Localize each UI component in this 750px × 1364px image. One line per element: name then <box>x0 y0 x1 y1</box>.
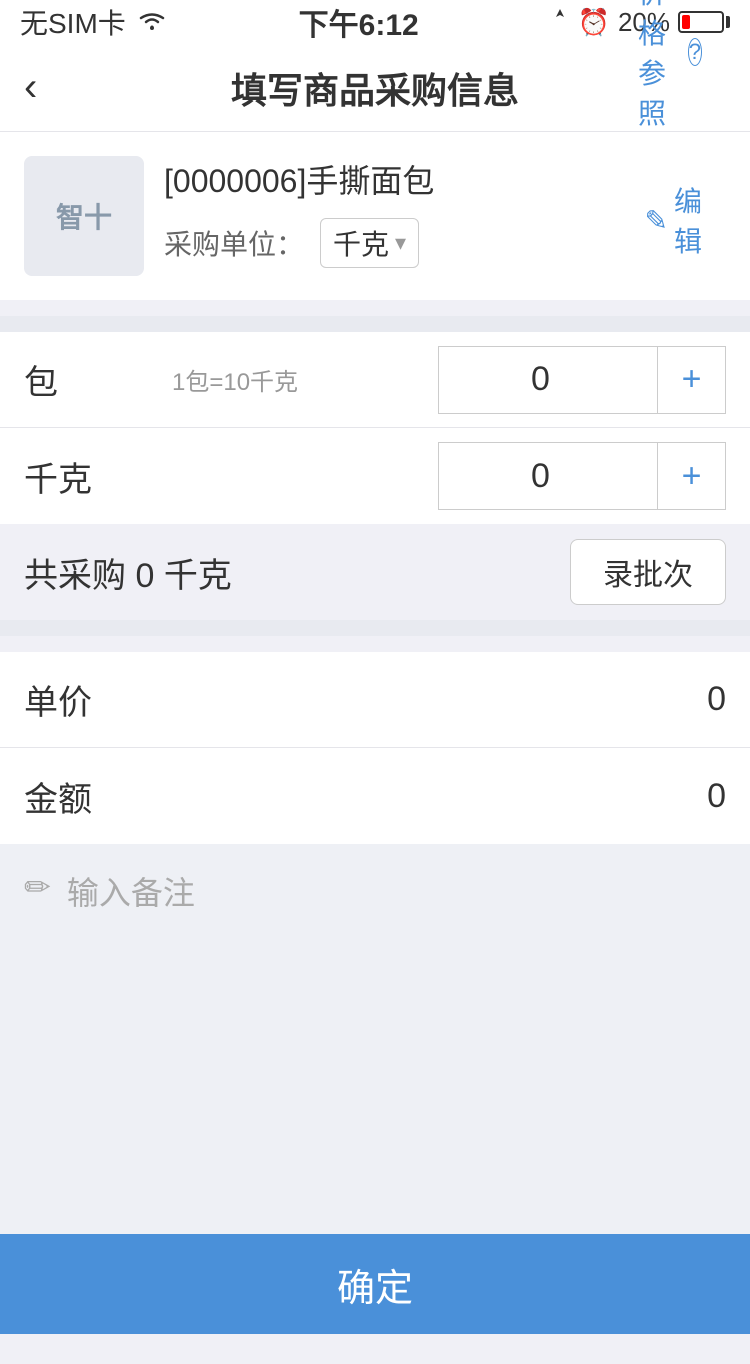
price-ref-label: 价格参照 <box>638 0 680 132</box>
summary-section: 共采购 0 千克 录批次 <box>0 524 750 620</box>
product-image: 智十 <box>24 156 144 276</box>
price-ref-button[interactable]: 价格参照 ? <box>638 0 702 132</box>
chevron-down-icon: ▾ <box>395 230 406 256</box>
wifi-icon <box>136 6 168 38</box>
pencil-icon: ✏ <box>24 868 51 906</box>
price-section: 单价 0 金额 0 <box>0 652 750 844</box>
notes-section[interactable]: ✏ 输入备注 <box>0 844 750 964</box>
empty-space <box>0 964 750 1264</box>
unit-select[interactable]: 千克 ▾ <box>320 218 419 268</box>
quantity-section: 包 1包=10千克 + 千克 + <box>0 332 750 524</box>
time-display: 下午6:12 <box>299 0 419 44</box>
confirm-button[interactable]: 确定 <box>0 1234 750 1334</box>
section-divider-2 <box>0 620 750 636</box>
back-button[interactable]: ‹ <box>24 65 37 110</box>
edit-label: 编辑 <box>674 180 702 260</box>
unit-price-row: 单价 0 <box>0 652 750 748</box>
edit-button[interactable]: ✎ 编辑 <box>645 180 702 260</box>
summary-unit: 千克 <box>164 557 232 595</box>
page-title: 填写商品采购信息 <box>231 62 519 114</box>
section-divider-1 <box>0 316 750 332</box>
kg-label: 千克 <box>24 452 164 501</box>
help-icon: ? <box>688 38 702 66</box>
product-name: [0000006]手撕面包 <box>164 156 726 202</box>
alarm-icon: ⏰ <box>578 7 610 38</box>
unit-label: 采购单位： <box>164 223 304 263</box>
summary-row: 共采购 0 千克 录批次 <box>0 524 750 620</box>
product-info: [0000006]手撕面包 采购单位： 千克 ▾ <box>164 156 726 268</box>
kg-controls: + <box>438 442 726 510</box>
kg-input[interactable] <box>438 442 658 510</box>
location-icon <box>550 7 570 38</box>
notes-placeholder: 输入备注 <box>67 868 195 914</box>
bao-sublabel: 1包=10千克 <box>172 362 438 397</box>
unit-price-label: 单价 <box>24 675 92 724</box>
carrier-text: 无SIM卡 <box>20 2 126 42</box>
bao-label: 包 <box>24 355 164 404</box>
edit-icon: ✎ <box>645 204 668 237</box>
bao-controls: + <box>438 346 726 414</box>
kg-row: 千克 + <box>0 428 750 524</box>
unit-value: 千克 <box>333 223 389 263</box>
kg-plus-button[interactable]: + <box>658 442 726 510</box>
unit-row: 采购单位： 千克 ▾ <box>164 218 726 268</box>
batch-button[interactable]: 录批次 <box>570 539 726 605</box>
summary-value: 0 <box>135 557 163 595</box>
unit-price-value: 0 <box>707 680 726 719</box>
bao-plus-button[interactable]: + <box>658 346 726 414</box>
amount-value: 0 <box>707 777 726 816</box>
status-left: 无SIM卡 <box>20 2 168 42</box>
bao-input[interactable] <box>438 346 658 414</box>
summary-text: 共采购 0 千克 <box>24 548 232 597</box>
bao-row: 包 1包=10千克 + <box>0 332 750 428</box>
product-card: 智十 [0000006]手撕面包 采购单位： 千克 ▾ ✎ 编辑 价格参照 ? <box>0 132 750 300</box>
summary-label: 共采购 <box>24 557 126 595</box>
amount-row: 金额 0 <box>0 748 750 844</box>
amount-label: 金额 <box>24 772 92 821</box>
